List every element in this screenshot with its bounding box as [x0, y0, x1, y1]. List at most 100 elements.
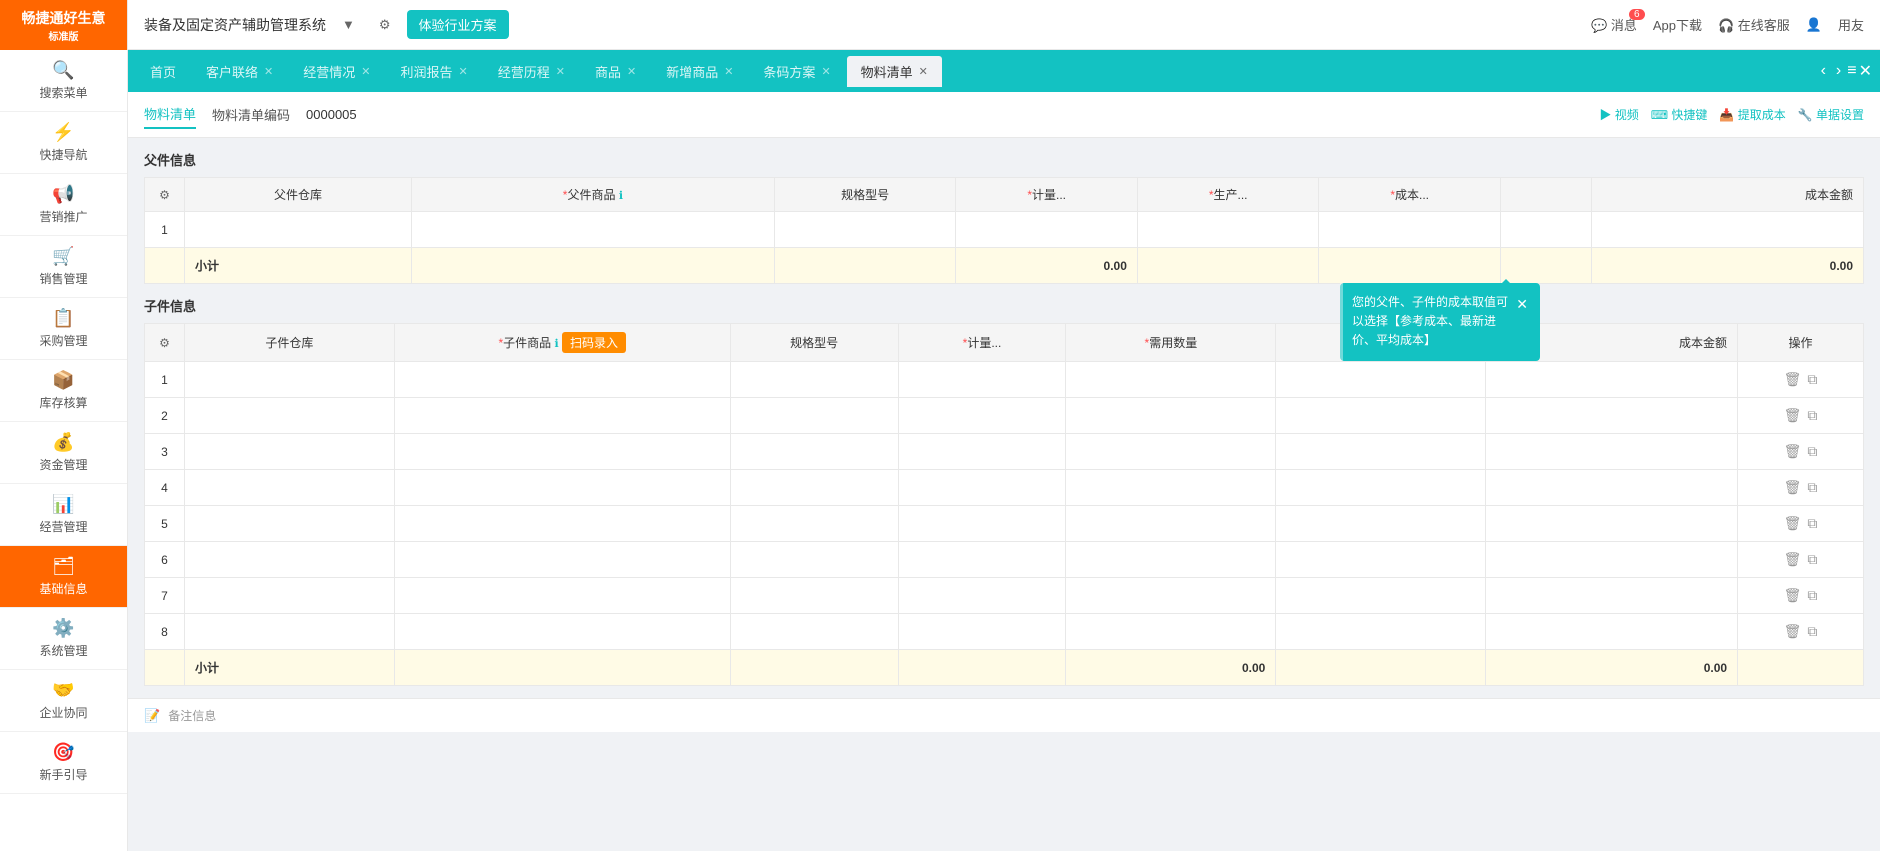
sidebar-item-9[interactable]: ⚙️系统管理: [0, 608, 127, 670]
shortcut-btn[interactable]: ⌨ 快捷键: [1651, 106, 1708, 123]
experience-btn[interactable]: 体验行业方案: [407, 10, 509, 39]
child-cell-product-6[interactable]: [394, 542, 730, 578]
parent-cell-product-1[interactable]: [411, 212, 774, 248]
delete-icon-2[interactable]: 🗑: [1784, 407, 1802, 424]
nav-next-btn[interactable]: ›: [1832, 62, 1845, 80]
sidebar-item-11[interactable]: 🎯新手引导: [0, 732, 127, 794]
nav-tab-close-1[interactable]: ✕: [264, 65, 273, 78]
child-cell-quantity-4[interactable]: [1066, 470, 1276, 506]
sidebar-item-5[interactable]: 📦库存核算: [0, 360, 127, 422]
child-cell-unit-8[interactable]: [898, 614, 1066, 650]
delete-icon-5[interactable]: 🗑: [1784, 515, 1802, 532]
parent-cell-cost-1[interactable]: [1319, 212, 1501, 248]
child-cell-warehouse-6[interactable]: [185, 542, 395, 578]
extract-cost-btn[interactable]: 📥 提取成本: [1719, 106, 1785, 123]
nav-tab-close-2[interactable]: ✕: [361, 65, 370, 78]
view-btn[interactable]: ▶ 视频: [1599, 106, 1638, 123]
child-cell-product-2[interactable]: [394, 398, 730, 434]
child-cell-unit-1[interactable]: [898, 362, 1066, 398]
nav-tab-0[interactable]: 首页: [136, 56, 190, 87]
child-cell-quantity-1[interactable]: [1066, 362, 1276, 398]
delete-icon-6[interactable]: 🗑: [1784, 551, 1802, 568]
copy-icon-5[interactable]: ⧉: [1807, 515, 1817, 532]
online-service-btn[interactable]: 🎧 在线客服: [1718, 15, 1790, 34]
child-cell-spec-4[interactable]: [730, 470, 898, 506]
app-download-btn[interactable]: App下载: [1653, 15, 1702, 34]
child-cell-product-4[interactable]: [394, 470, 730, 506]
parent-cell-production-1[interactable]: [1137, 212, 1319, 248]
child-cell-product-8[interactable]: [394, 614, 730, 650]
copy-icon-8[interactable]: ⧉: [1807, 623, 1817, 640]
sidebar-item-4[interactable]: 📋采购管理: [0, 298, 127, 360]
nav-tab-close-3[interactable]: ✕: [459, 65, 468, 78]
child-cell-spec-8[interactable]: [730, 614, 898, 650]
nav-tab-4[interactable]: 经营历程✕: [484, 56, 579, 87]
sub-tab-list[interactable]: 物料清单: [144, 100, 196, 129]
child-cell-unit-3[interactable]: [898, 434, 1066, 470]
child-cell-unit-cost-2[interactable]: [1276, 398, 1486, 434]
parent-th-gear[interactable]: ⚙: [145, 178, 185, 212]
parent-cell-unit-1[interactable]: [956, 212, 1138, 248]
nav-tab-5[interactable]: 商品✕: [581, 56, 650, 87]
nav-tab-close-6[interactable]: ✕: [724, 65, 733, 78]
child-cell-spec-2[interactable]: [730, 398, 898, 434]
dropdown-btn[interactable]: ▼: [334, 13, 363, 36]
child-cell-quantity-5[interactable]: [1066, 506, 1276, 542]
settings-btn[interactable]: ⚙: [371, 13, 399, 37]
child-cell-unit-cost-8[interactable]: [1276, 614, 1486, 650]
child-cell-spec-6[interactable]: [730, 542, 898, 578]
nav-tab-1[interactable]: 客户联络✕: [192, 56, 287, 87]
child-cell-warehouse-5[interactable]: [185, 506, 395, 542]
sidebar-item-10[interactable]: 🤝企业协同: [0, 670, 127, 732]
nav-prev-btn[interactable]: ‹: [1817, 62, 1830, 80]
child-cell-unit-cost-7[interactable]: [1276, 578, 1486, 614]
copy-icon-1[interactable]: ⧉: [1807, 371, 1817, 388]
child-cell-warehouse-4[interactable]: [185, 470, 395, 506]
child-cell-unit-2[interactable]: [898, 398, 1066, 434]
nav-tab-3[interactable]: 利润报告✕: [386, 56, 481, 87]
delete-icon-7[interactable]: 🗑: [1784, 587, 1802, 604]
copy-icon-7[interactable]: ⧉: [1807, 587, 1817, 604]
nav-menu-btn[interactable]: ≡: [1847, 62, 1856, 80]
child-cell-warehouse-3[interactable]: [185, 434, 395, 470]
sidebar-item-8[interactable]: 🗂基础信息: [0, 546, 127, 608]
copy-icon-4[interactable]: ⧉: [1807, 479, 1817, 496]
child-cell-spec-3[interactable]: [730, 434, 898, 470]
delete-icon-8[interactable]: 🗑: [1784, 623, 1802, 640]
child-th-gear[interactable]: ⚙: [145, 324, 185, 362]
close-page-btn[interactable]: ✕: [1859, 61, 1872, 81]
parent-cell-spec-1[interactable]: [774, 212, 956, 248]
child-cell-unit-6[interactable]: [898, 542, 1066, 578]
nav-tab-7[interactable]: 条码方案✕: [749, 56, 844, 87]
child-cell-unit-cost-5[interactable]: [1276, 506, 1486, 542]
child-cell-warehouse-2[interactable]: [185, 398, 395, 434]
child-cell-quantity-6[interactable]: [1066, 542, 1276, 578]
user-name[interactable]: 用友: [1838, 15, 1864, 34]
child-cell-spec-5[interactable]: [730, 506, 898, 542]
nav-tab-close-5[interactable]: ✕: [627, 65, 636, 78]
scan-btn[interactable]: 扫码录入: [562, 332, 626, 353]
child-cell-product-3[interactable]: [394, 434, 730, 470]
child-cell-product-5[interactable]: [394, 506, 730, 542]
child-cell-quantity-8[interactable]: [1066, 614, 1276, 650]
child-cell-quantity-3[interactable]: [1066, 434, 1276, 470]
child-cell-unit-7[interactable]: [898, 578, 1066, 614]
tooltip-close-btn[interactable]: ✕: [1516, 293, 1528, 315]
child-cell-unit-5[interactable]: [898, 506, 1066, 542]
delete-icon-3[interactable]: 🗑: [1784, 443, 1802, 460]
child-cell-quantity-2[interactable]: [1066, 398, 1276, 434]
copy-icon-6[interactable]: ⧉: [1807, 551, 1817, 568]
child-cell-quantity-7[interactable]: [1066, 578, 1276, 614]
child-cell-unit-cost-4[interactable]: [1276, 470, 1486, 506]
child-cell-unit-cost-6[interactable]: [1276, 542, 1486, 578]
child-cell-product-7[interactable]: [394, 578, 730, 614]
message-btn[interactable]: 💬 消息 6: [1591, 15, 1637, 34]
child-cell-unit-cost-1[interactable]: [1276, 362, 1486, 398]
copy-icon-2[interactable]: ⧉: [1807, 407, 1817, 424]
child-cell-warehouse-1[interactable]: [185, 362, 395, 398]
sidebar-item-6[interactable]: 💰资金管理: [0, 422, 127, 484]
sidebar-item-1[interactable]: ⚡快捷导航: [0, 112, 127, 174]
child-cell-warehouse-7[interactable]: [185, 578, 395, 614]
single-setting-btn[interactable]: 🔧 单据设置: [1798, 106, 1864, 123]
nav-tab-close-7[interactable]: ✕: [821, 65, 830, 78]
